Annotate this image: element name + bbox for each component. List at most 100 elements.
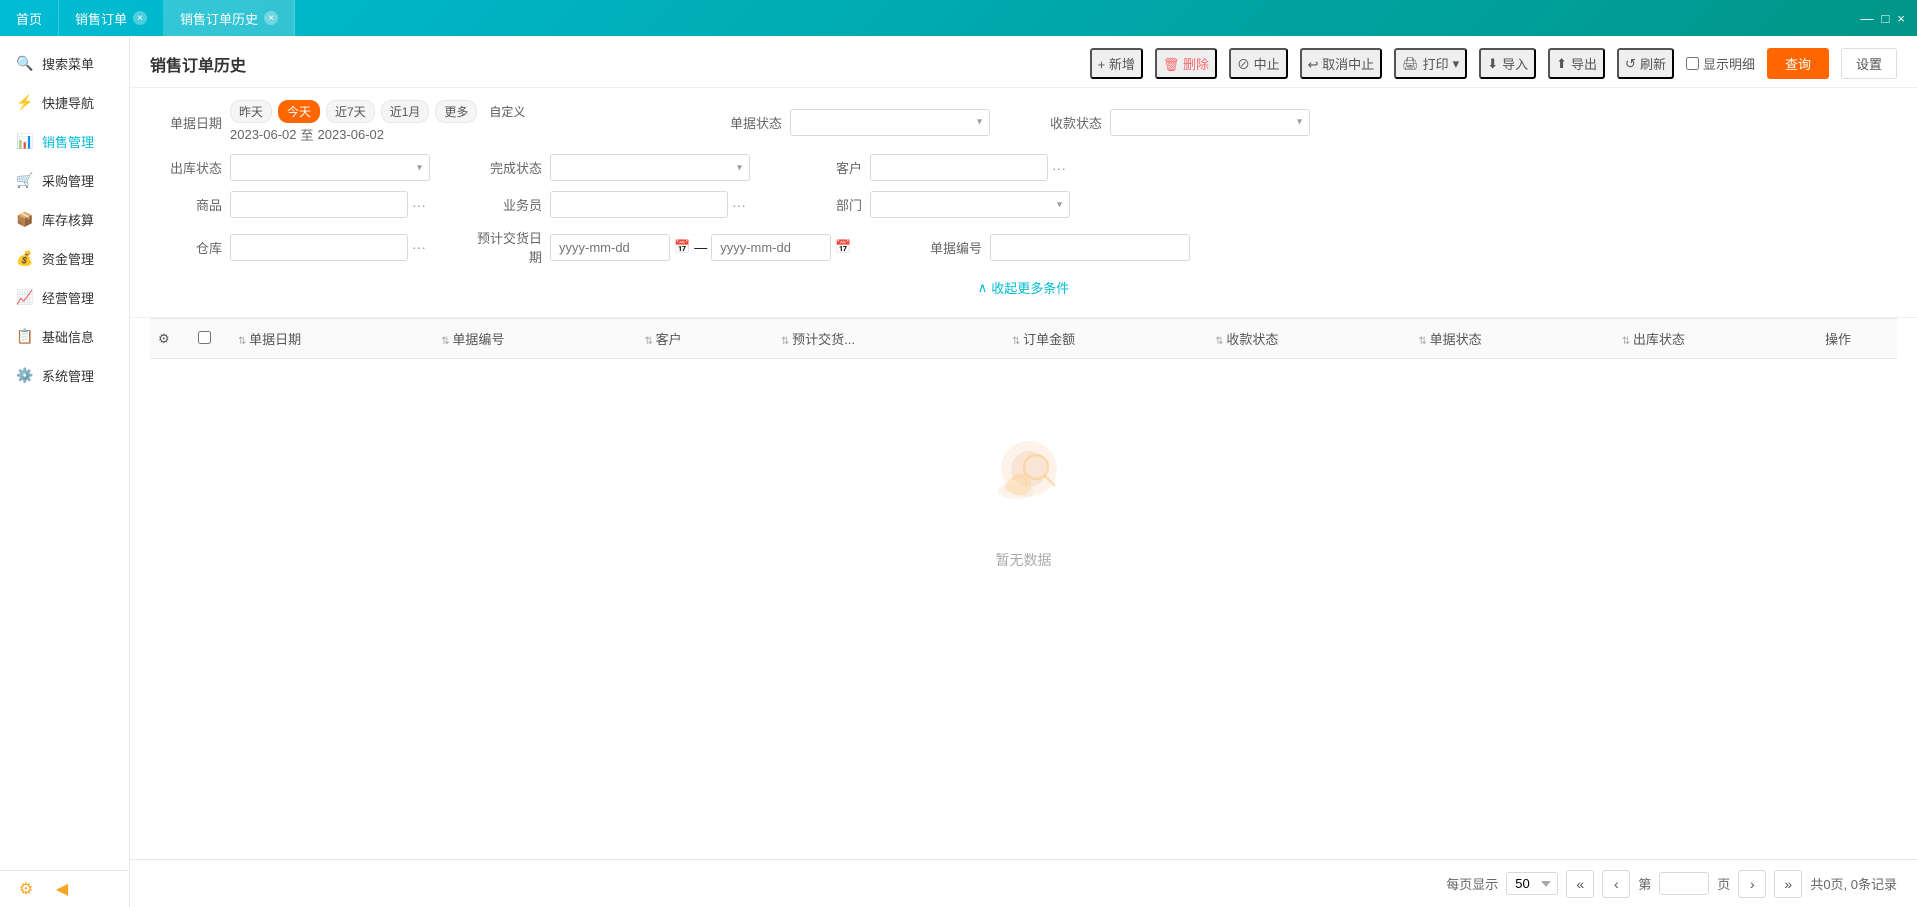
sidebar-item-basic-info[interactable]: 📋 基础信息 <box>0 317 129 356</box>
col-bill-status-label: 单据状态 <box>1430 332 1482 347</box>
expected-date-from-input[interactable] <box>550 234 670 261</box>
expected-date-filter-control: 📅 — 📅 <box>550 234 870 261</box>
salesperson-ellipsis-btn[interactable]: ··· <box>728 197 750 213</box>
sidebar-item-finance[interactable]: 💰 资金管理 <box>0 239 129 278</box>
col-outbound-status-label: 出库状态 <box>1633 332 1685 347</box>
salesperson-filter-control: ··· <box>550 191 750 218</box>
date-tag-1month[interactable]: 近1月 <box>381 100 430 123</box>
window-minimize-btn[interactable]: — <box>1861 11 1874 26</box>
payment-status-label: 收款状态 <box>1030 113 1110 132</box>
warehouse-filter-control: ··· <box>230 234 430 261</box>
goods-input[interactable] <box>230 191 408 218</box>
cancel-stop-button[interactable]: ↩ 取消中止 <box>1300 48 1383 79</box>
col-date-label: 单据日期 <box>249 332 301 347</box>
last-page-btn[interactable]: » <box>1774 870 1802 898</box>
sidebar-item-operations[interactable]: 📈 经营管理 <box>0 278 129 317</box>
tab-sales-order[interactable]: 销售订单 × <box>59 0 164 36</box>
sidebar: 🔍 搜索菜单 ⚡ 快捷导航 📊 销售管理 🛒 采购管理 📦 库存核算 💰 资金管… <box>0 36 130 907</box>
department-select[interactable] <box>870 191 1070 218</box>
date-tag-custom[interactable]: 自定义 <box>483 101 531 122</box>
window-close-btn[interactable]: × <box>1897 11 1905 26</box>
collapse-row[interactable]: ∧ 收起更多条件 <box>150 276 1897 305</box>
filter-row-4: 仓库 ··· 预计交货日期 📅 — 📅 单据编号 <box>150 228 1897 266</box>
tab-home[interactable]: 首页 <box>0 0 59 36</box>
salesperson-input[interactable] <box>550 191 728 218</box>
col-outbound-status[interactable]: 出库状态 <box>1614 319 1817 359</box>
payment-status-select[interactable] <box>1110 109 1310 136</box>
print-label: 打印 <box>1423 54 1449 73</box>
page-label-pre: 第 <box>1638 874 1651 893</box>
col-checkbox[interactable] <box>190 319 230 359</box>
query-button[interactable]: 查询 <box>1767 48 1829 79</box>
export-button[interactable]: ⬆ 导出 <box>1548 48 1605 79</box>
display-detail-checkbox-label[interactable]: 显示明细 <box>1686 54 1755 73</box>
col-settings[interactable]: ⚙ <box>150 319 190 359</box>
sidebar-collapse-btn[interactable]: ◀ <box>52 879 72 899</box>
bill-number-input[interactable] <box>990 234 1190 261</box>
first-page-btn[interactable]: « <box>1566 870 1594 898</box>
sidebar-item-sales-label: 销售管理 <box>42 132 94 151</box>
customer-ellipsis-btn[interactable]: ··· <box>1048 160 1070 176</box>
tab-sales-order-history-close[interactable]: × <box>264 11 278 25</box>
delete-button[interactable]: 🗑 删除 <box>1155 48 1217 79</box>
tab-sales-order-history[interactable]: 销售订单历史 × <box>164 0 295 36</box>
sidebar-item-quicknav[interactable]: ⚡ 快捷导航 <box>0 83 129 122</box>
import-button[interactable]: ⬇ 导入 <box>1479 48 1536 79</box>
col-amount[interactable]: 订单金额 <box>1004 319 1207 359</box>
page-number-input[interactable]: 1 <box>1659 872 1709 895</box>
sidebar-item-operations-label: 经营管理 <box>42 288 94 307</box>
empty-icon <box>974 419 1074 538</box>
page-header: 销售订单历史 + 新增 🗑 删除 ⊘ 中止 ↩ 取消中止 🖨 打印 ▾ ⬇ 导入… <box>130 36 1917 88</box>
col-customer[interactable]: 客户 <box>636 319 773 359</box>
customer-label: 客户 <box>790 158 870 177</box>
calendar-to-icon[interactable]: 📅 <box>835 239 851 255</box>
customer-input[interactable] <box>870 154 1048 181</box>
bill-status-select[interactable] <box>790 109 990 136</box>
sidebar-item-system[interactable]: ⚙️ 系统管理 <box>0 356 129 395</box>
sidebar-item-quicknav-label: 快捷导航 <box>42 93 94 112</box>
sidebar-settings-btn[interactable]: ⚙ <box>16 879 36 899</box>
expected-date-separator: — <box>694 240 707 255</box>
warehouse-ellipsis-btn[interactable]: ··· <box>408 239 430 255</box>
warehouse-input[interactable] <box>230 234 408 261</box>
print-button[interactable]: 🖨 打印 ▾ <box>1394 48 1467 79</box>
date-tag-more[interactable]: 更多 <box>435 100 477 123</box>
window-maximize-btn[interactable]: □ <box>1882 11 1890 26</box>
tab-home-label: 首页 <box>16 9 42 28</box>
sidebar-item-inventory[interactable]: 📦 库存核算 <box>0 200 129 239</box>
tab-sales-order-close[interactable]: × <box>133 11 147 25</box>
sidebar-item-search[interactable]: 🔍 搜索菜单 <box>0 44 129 83</box>
finance-icon: 💰 <box>16 250 34 268</box>
display-detail-checkbox[interactable] <box>1686 57 1699 70</box>
select-all-checkbox[interactable] <box>198 331 211 344</box>
sidebar-item-purchase[interactable]: 🛒 采购管理 <box>0 161 129 200</box>
filter-row-3: 商品 ··· 业务员 ··· 部门 <box>150 191 1897 218</box>
date-tag-7days[interactable]: 近7天 <box>326 100 375 123</box>
page-size-select[interactable]: 10 20 50 100 <box>1506 872 1558 895</box>
refresh-button[interactable]: ↺ 刷新 <box>1617 48 1674 79</box>
outbound-status-select[interactable] <box>230 154 430 181</box>
goods-ellipsis-btn[interactable]: ··· <box>408 197 430 213</box>
quicknav-icon: ⚡ <box>16 94 34 112</box>
col-date[interactable]: 单据日期 <box>230 319 433 359</box>
bill-status-label: 单据状态 <box>710 113 790 132</box>
col-action-label: 操作 <box>1825 332 1851 347</box>
search-icon: 🔍 <box>16 55 34 73</box>
sales-icon: 📊 <box>16 133 34 151</box>
calendar-from-icon[interactable]: 📅 <box>674 239 690 255</box>
col-expected-date[interactable]: 预计交货... <box>773 319 1004 359</box>
date-tag-today[interactable]: 今天 <box>278 100 320 123</box>
setting-button[interactable]: 设置 <box>1841 48 1897 79</box>
prev-page-btn[interactable]: ‹ <box>1602 870 1630 898</box>
date-tag-yesterday[interactable]: 昨天 <box>230 100 272 123</box>
stop-button[interactable]: ⊘ 中止 <box>1229 48 1288 79</box>
expected-date-to-input[interactable] <box>711 234 831 261</box>
date-range-input: 2023-06-02 至 2023-06-02 <box>230 125 384 144</box>
col-payment-status[interactable]: 收款状态 <box>1207 319 1410 359</box>
col-number[interactable]: 单据编号 <box>433 319 636 359</box>
add-button[interactable]: + 新增 <box>1090 48 1143 79</box>
col-bill-status[interactable]: 单据状态 <box>1410 319 1613 359</box>
sidebar-item-sales[interactable]: 📊 销售管理 <box>0 122 129 161</box>
next-page-btn[interactable]: › <box>1738 870 1766 898</box>
complete-status-select[interactable] <box>550 154 750 181</box>
